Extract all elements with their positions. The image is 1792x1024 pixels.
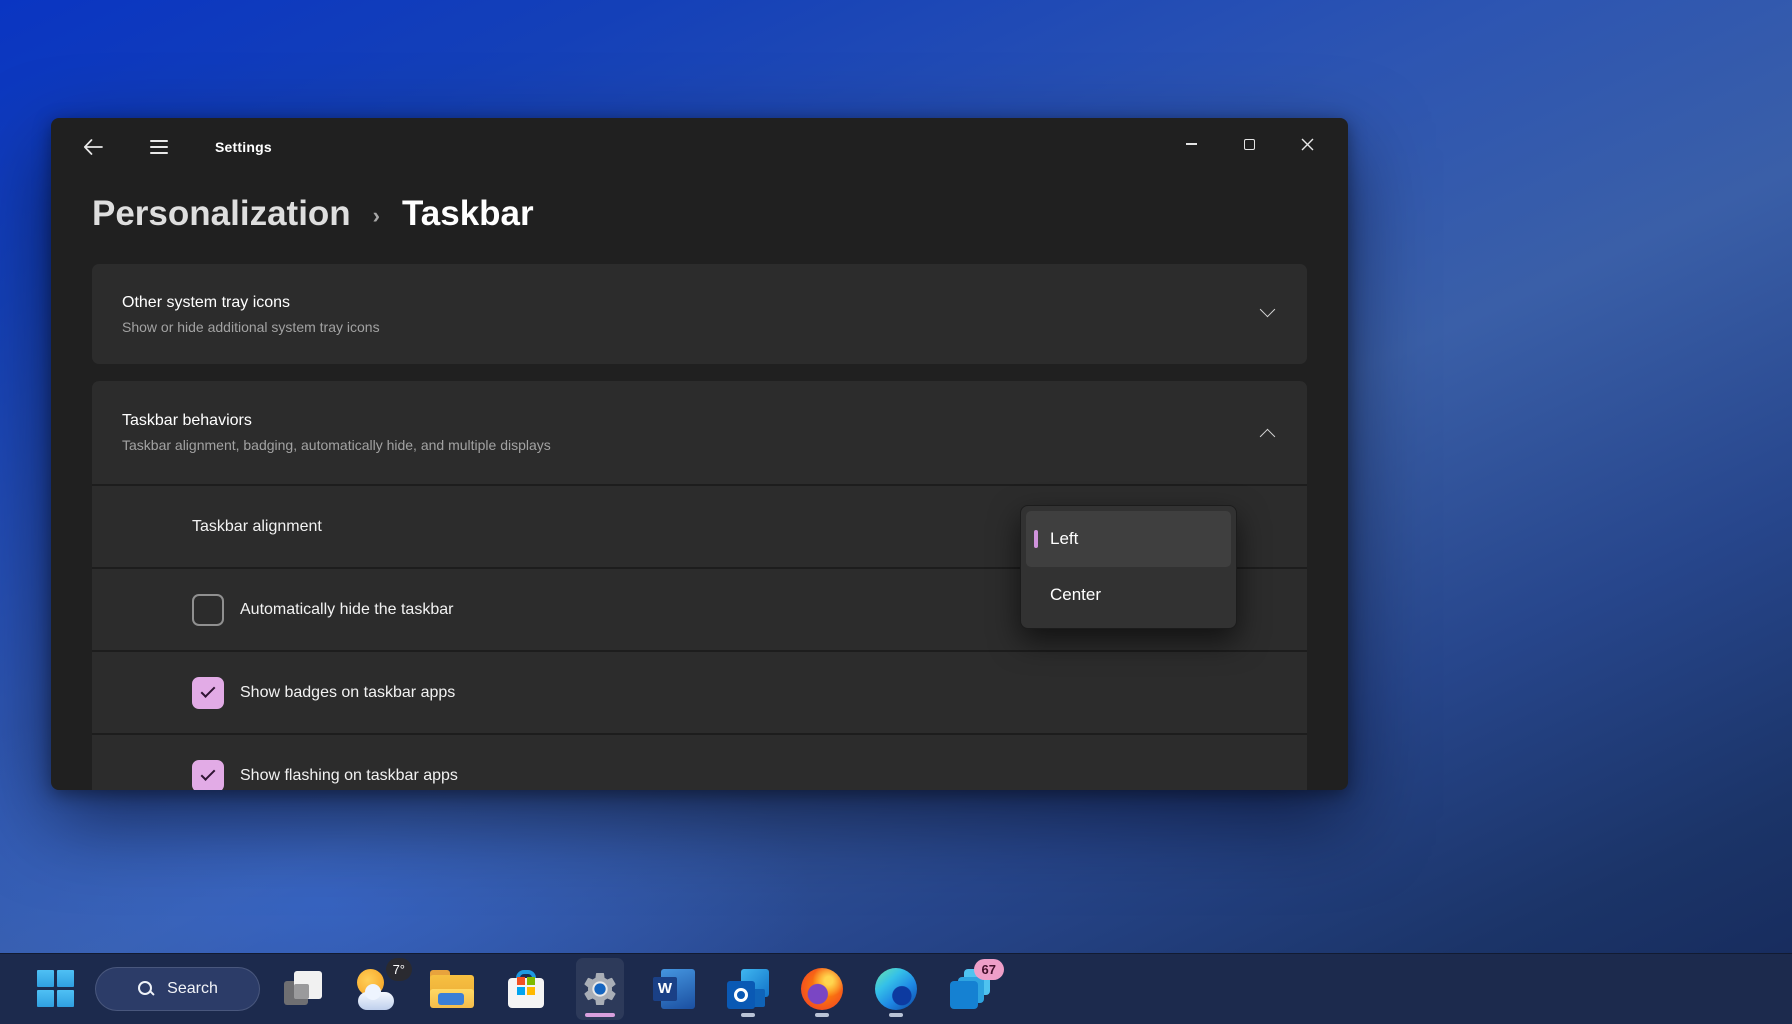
- notification-badge: 67: [974, 959, 1004, 980]
- task-view-button[interactable]: [280, 958, 328, 1020]
- checkmark-icon: [201, 766, 216, 781]
- setting-label: Taskbar alignment: [192, 518, 322, 536]
- windows-logo-icon: [37, 970, 74, 1007]
- settings-gear-icon: [578, 967, 622, 1011]
- breadcrumb: Personalization › Taskbar: [92, 194, 1307, 234]
- maximize-button[interactable]: [1220, 122, 1278, 166]
- edge-icon: [875, 968, 917, 1010]
- search-label: Search: [167, 980, 218, 998]
- running-app-indicator: [889, 1013, 903, 1017]
- dropdown-option-center[interactable]: Center: [1026, 567, 1231, 623]
- navigation-menu-icon[interactable]: [141, 129, 177, 165]
- microsoft-store-button[interactable]: [502, 958, 550, 1020]
- edge-button[interactable]: [872, 958, 920, 1020]
- search-box[interactable]: Search: [95, 967, 260, 1011]
- weather-widget-button[interactable]: 7°: [354, 958, 402, 1020]
- setting-label: Automatically hide the taskbar: [240, 601, 453, 619]
- minimize-button[interactable]: [1162, 122, 1220, 166]
- checkmark-icon: [201, 683, 216, 698]
- window-controls: [1162, 118, 1336, 170]
- start-button[interactable]: [33, 958, 77, 1020]
- weather-icon: 7°: [354, 966, 402, 1012]
- card-other-system-tray-icons[interactable]: Other system tray icons Show or hide add…: [92, 264, 1307, 364]
- close-button[interactable]: [1278, 122, 1336, 166]
- selection-indicator: [1034, 530, 1038, 548]
- teams-icon: 67: [948, 967, 992, 1011]
- card-taskbar-behaviors[interactable]: Taskbar behaviors Taskbar alignment, bad…: [92, 381, 1307, 484]
- teams-button[interactable]: 67: [946, 958, 994, 1020]
- card-subtitle: Taskbar alignment, badging, automaticall…: [122, 437, 551, 453]
- setting-label: Show flashing on taskbar apps: [240, 767, 458, 785]
- checkbox-auto-hide-taskbar[interactable]: [192, 594, 224, 626]
- taskbar: Search 7°: [0, 953, 1792, 1024]
- titlebar: Settings: [51, 118, 1348, 176]
- minimize-icon: [1186, 143, 1197, 145]
- maximize-icon: [1244, 139, 1255, 150]
- close-icon: [1301, 138, 1314, 151]
- dropdown-option-left[interactable]: Left: [1026, 511, 1231, 567]
- chevron-down-icon[interactable]: [1260, 302, 1276, 318]
- card-title: Other system tray icons: [122, 294, 380, 312]
- word-button[interactable]: W: [650, 958, 698, 1020]
- temperature-badge: 7°: [386, 958, 412, 981]
- outlook-button[interactable]: [724, 958, 772, 1020]
- checkbox-show-badges[interactable]: [192, 677, 224, 709]
- running-app-indicator: [741, 1013, 755, 1017]
- running-app-indicator: [815, 1013, 829, 1017]
- outlook-icon: [727, 969, 769, 1009]
- row-show-badges: Show badges on taskbar apps: [92, 652, 1307, 733]
- firefox-icon: [801, 968, 843, 1010]
- cloud-icon: [358, 992, 394, 1010]
- settings-taskbar-button[interactable]: [576, 958, 624, 1020]
- checkbox-show-flashing[interactable]: [192, 760, 224, 791]
- row-show-flashing: Show flashing on taskbar apps: [92, 735, 1307, 790]
- app-title: Settings: [215, 139, 272, 155]
- firefox-button[interactable]: [798, 958, 846, 1020]
- desktop-wallpaper: Settings Personalization › Taskbar Othe: [0, 0, 1792, 1024]
- back-arrow-icon: [83, 139, 103, 155]
- breadcrumb-separator-icon: ›: [373, 203, 380, 229]
- card-subtitle: Show or hide additional system tray icon…: [122, 319, 380, 335]
- settings-window: Settings Personalization › Taskbar Othe: [51, 118, 1348, 790]
- taskbar-alignment-dropdown: Left Center: [1020, 505, 1237, 629]
- file-explorer-button[interactable]: [428, 958, 476, 1020]
- active-app-indicator: [585, 1013, 615, 1017]
- back-button[interactable]: [75, 129, 111, 165]
- file-explorer-icon: [430, 970, 474, 1008]
- microsoft-store-icon: [508, 970, 544, 1008]
- search-icon: [137, 980, 155, 998]
- breadcrumb-personalization[interactable]: Personalization: [92, 194, 351, 234]
- task-view-icon: [284, 969, 324, 1009]
- card-title: Taskbar behaviors: [122, 412, 551, 430]
- page-title: Taskbar: [402, 194, 534, 234]
- chevron-up-icon[interactable]: [1260, 429, 1276, 445]
- setting-label: Show badges on taskbar apps: [240, 684, 455, 702]
- word-icon: W: [653, 969, 695, 1009]
